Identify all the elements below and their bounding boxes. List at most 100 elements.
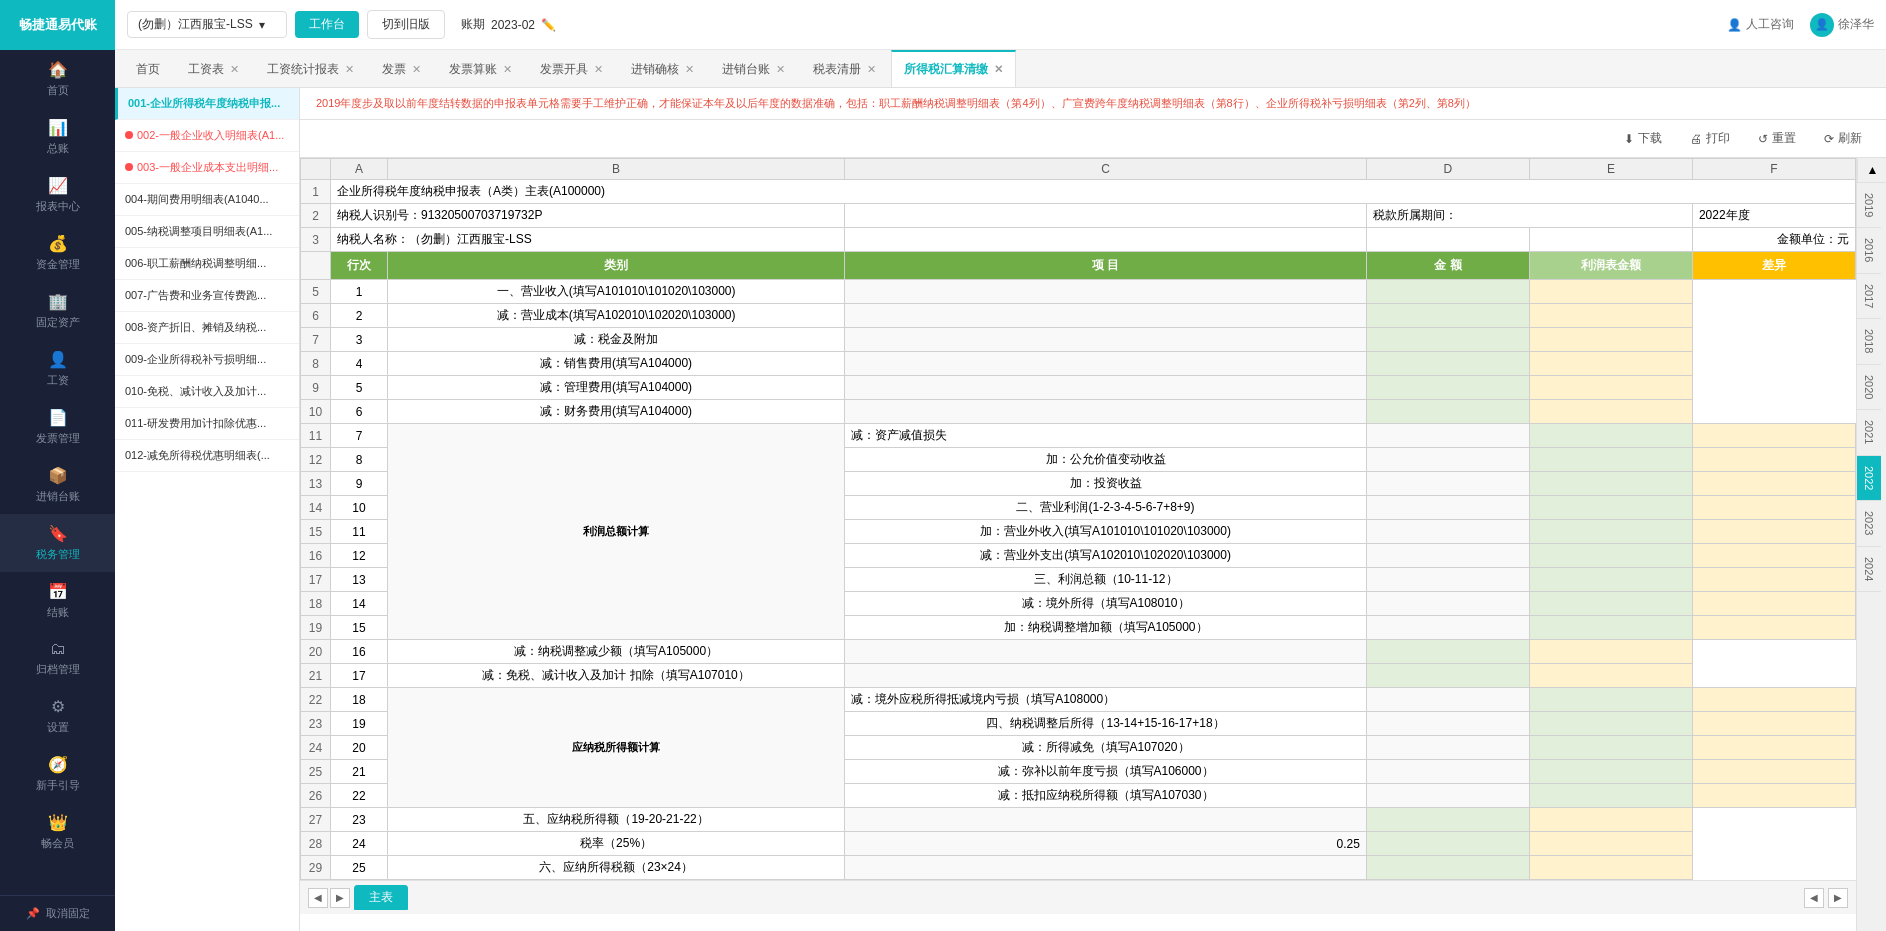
row-profit[interactable]	[1366, 376, 1529, 400]
sidebar-item-tax[interactable]: 🔖税务管理	[0, 514, 115, 572]
company-selector[interactable]: (勿删）江西服宝-LSS ▾	[127, 11, 287, 38]
row-amount[interactable]	[845, 400, 1367, 424]
tab-发票[interactable]: 发票✕	[369, 50, 434, 87]
tab-进销确核[interactable]: 进销确核✕	[618, 50, 707, 87]
left-panel-item-002[interactable]: 002-一般企业收入明细表(A1...	[115, 120, 299, 152]
row-diff[interactable]	[1692, 784, 1855, 808]
row-amount[interactable]	[1366, 616, 1529, 640]
row-amount[interactable]	[845, 280, 1367, 304]
row-profit[interactable]	[1529, 688, 1692, 712]
row-profit[interactable]	[1366, 304, 1529, 328]
row-profit[interactable]	[1366, 856, 1529, 880]
tab-close-icon[interactable]: ✕	[412, 63, 421, 76]
row-profit[interactable]	[1529, 544, 1692, 568]
year-item-2023[interactable]: 2023	[1857, 501, 1881, 546]
row-diff[interactable]	[1692, 544, 1855, 568]
row-profit[interactable]	[1529, 712, 1692, 736]
row-amount[interactable]	[1366, 568, 1529, 592]
row-amount[interactable]	[1366, 688, 1529, 712]
sidebar-unpin[interactable]: 📌 取消固定	[0, 896, 115, 931]
left-panel-item-007[interactable]: 007-广告费和业务宣传费跑...	[115, 280, 299, 312]
row-amount[interactable]	[1366, 592, 1529, 616]
row-item[interactable]: 减：境外应税所得抵减境内亏损（填写A108000）	[845, 688, 1367, 712]
row-item[interactable]: 加：公允价值变动收益	[845, 448, 1367, 472]
row-profit[interactable]	[1529, 592, 1692, 616]
row-diff[interactable]	[1692, 424, 1855, 448]
row-amount[interactable]	[845, 856, 1367, 880]
cut-version-button[interactable]: 切到旧版	[367, 10, 445, 39]
row-amount[interactable]	[1366, 736, 1529, 760]
year-nav-collapse[interactable]: ▲	[1857, 158, 1886, 183]
row-item[interactable]: 减：营业成本(填写A102010\102020\103000)	[388, 304, 845, 328]
row-diff[interactable]	[1529, 352, 1692, 376]
sidebar-item-asset[interactable]: 🏢固定资产	[0, 282, 115, 340]
row-diff[interactable]	[1529, 304, 1692, 328]
row-amount[interactable]	[1366, 712, 1529, 736]
row-item[interactable]: 减：纳税调整减少额（填写A105000）	[388, 640, 845, 664]
row-amount[interactable]	[1366, 520, 1529, 544]
year-item-2020[interactable]: 2020	[1857, 365, 1881, 410]
row-item[interactable]: 六、应纳所得税额（23×24）	[388, 856, 845, 880]
sidebar-item-guide[interactable]: 🧭新手引导	[0, 745, 115, 803]
row-diff[interactable]	[1692, 472, 1855, 496]
row-profit[interactable]	[1529, 448, 1692, 472]
download-button[interactable]: ⬇ 下载	[1616, 126, 1670, 151]
tab-发票算账[interactable]: 发票算账✕	[436, 50, 525, 87]
year-item-2022[interactable]: 2022	[1857, 456, 1881, 501]
left-panel-item-008[interactable]: 008-资产折旧、摊销及纳税...	[115, 312, 299, 344]
row-item[interactable]: 减：免税、减计收入及加计 扣除（填写A107010）	[388, 664, 845, 688]
refresh-button[interactable]: ⟳ 刷新	[1816, 126, 1870, 151]
row-item[interactable]: 三、利润总额（10-11-12）	[845, 568, 1367, 592]
tab-close-icon[interactable]: ✕	[230, 63, 239, 76]
ai-consult[interactable]: 👤 人工咨询	[1727, 16, 1794, 33]
tab-进销台账[interactable]: 进销台账✕	[709, 50, 798, 87]
row-diff[interactable]	[1692, 736, 1855, 760]
row-profit[interactable]	[1366, 808, 1529, 832]
row-item[interactable]: 减：税金及附加	[388, 328, 845, 352]
edit-icon[interactable]: ✏️	[541, 18, 556, 32]
spreadsheet[interactable]: A B C D E F 1 企业所得税年度纳税申报表（A类）主表(A100000…	[300, 158, 1856, 931]
row-amount[interactable]	[1366, 544, 1529, 568]
tab-所得税汇算清缴[interactable]: 所得税汇算清缴✕	[891, 50, 1016, 87]
workbench-button[interactable]: 工作台	[295, 11, 359, 38]
sheet-tab-main[interactable]: 主表	[354, 885, 408, 910]
row-amount[interactable]	[845, 304, 1367, 328]
row-amount[interactable]	[845, 808, 1367, 832]
row-diff[interactable]	[1529, 280, 1692, 304]
tab-工资统计报表[interactable]: 工资统计报表✕	[254, 50, 367, 87]
sidebar-item-home[interactable]: 🏠首页	[0, 50, 115, 108]
year-item-2024[interactable]: 2024	[1857, 547, 1881, 592]
year-item-2021[interactable]: 2021	[1857, 410, 1881, 455]
row-diff[interactable]	[1692, 712, 1855, 736]
row-amount[interactable]	[1366, 784, 1529, 808]
row-profit[interactable]	[1529, 424, 1692, 448]
scroll-left-btn[interactable]: ◀	[1804, 888, 1824, 908]
row-item[interactable]: 减：资产减值损失	[845, 424, 1367, 448]
row-profit[interactable]	[1366, 832, 1529, 856]
row-profit[interactable]	[1366, 400, 1529, 424]
tab-close-icon[interactable]: ✕	[776, 63, 785, 76]
scroll-right-btn[interactable]: ▶	[1828, 888, 1848, 908]
tab-工资表[interactable]: 工资表✕	[175, 50, 252, 87]
row-profit[interactable]	[1366, 352, 1529, 376]
row-profit[interactable]	[1529, 520, 1692, 544]
row-item[interactable]: 二、营业利润(1-2-3-4-5-6-7+8+9)	[845, 496, 1367, 520]
row-profit[interactable]	[1529, 760, 1692, 784]
left-panel-item-009[interactable]: 009-企业所得税补亏损明细...	[115, 344, 299, 376]
row-item[interactable]: 加：投资收益	[845, 472, 1367, 496]
sidebar-item-invoice[interactable]: 📄发票管理	[0, 398, 115, 456]
row-amount[interactable]: 0.25	[845, 832, 1367, 856]
year-item-2018[interactable]: 2018	[1857, 319, 1881, 364]
row-profit[interactable]	[1366, 280, 1529, 304]
row-diff[interactable]	[1529, 664, 1692, 688]
left-panel-item-012[interactable]: 012-减免所得税优惠明细表(...	[115, 440, 299, 472]
row-item[interactable]: 减：境外所得（填写A108010）	[845, 592, 1367, 616]
row-diff[interactable]	[1692, 496, 1855, 520]
row-item[interactable]: 税率（25%）	[388, 832, 845, 856]
tab-close-icon[interactable]: ✕	[503, 63, 512, 76]
row-profit[interactable]	[1529, 784, 1692, 808]
left-panel-item-001[interactable]: 001-企业所得税年度纳税申报...	[115, 88, 299, 120]
row-item[interactable]: 四、纳税调整后所得（13-14+15-16-17+18）	[845, 712, 1367, 736]
tab-close-icon[interactable]: ✕	[345, 63, 354, 76]
sidebar-item-member[interactable]: 👑畅会员	[0, 803, 115, 861]
